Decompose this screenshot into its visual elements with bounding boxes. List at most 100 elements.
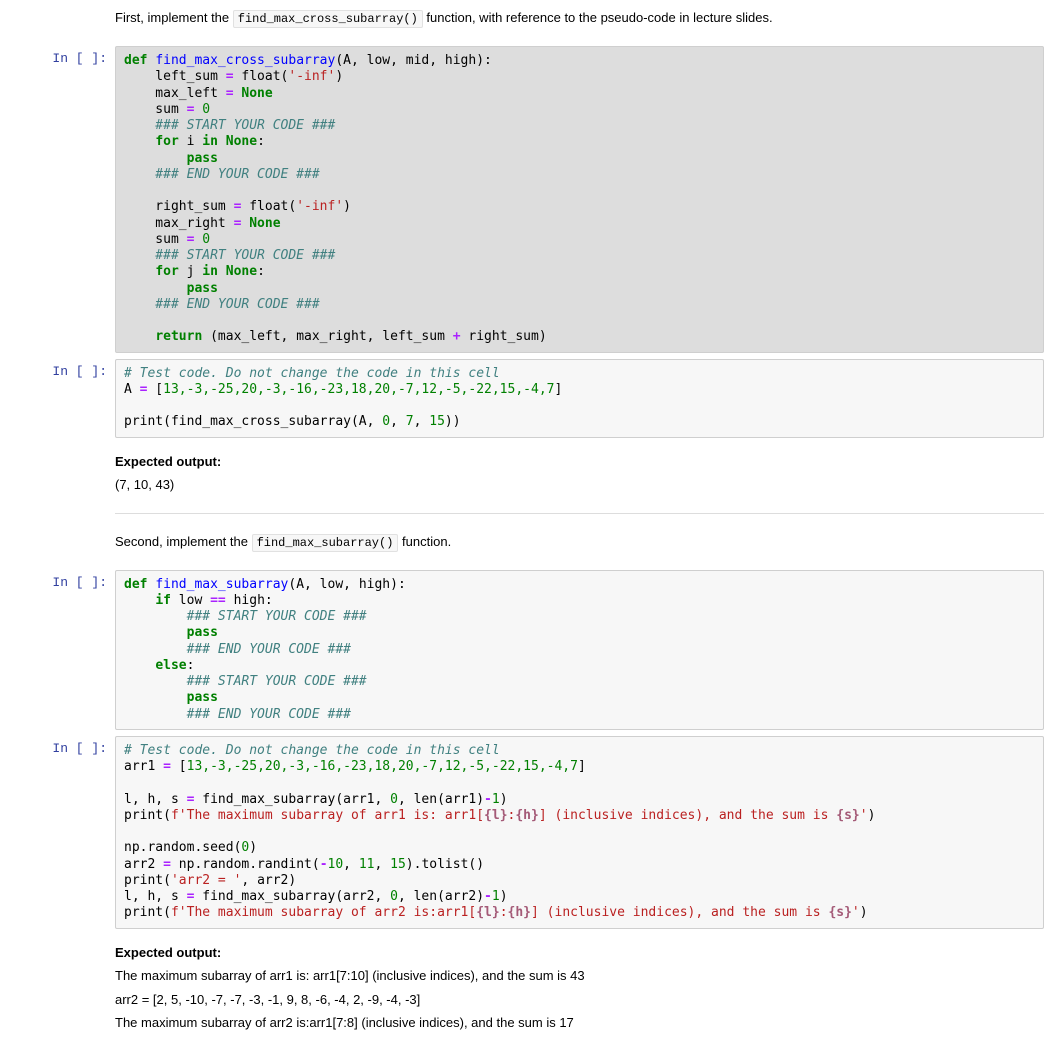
- input-prompt: In [ ]:: [0, 359, 115, 438]
- string-literal: 'arr2 = ': [171, 873, 241, 888]
- code-input-area[interactable]: def find_max_cross_subarray(A, low, mid,…: [115, 46, 1044, 353]
- keyword-in: in: [202, 264, 218, 279]
- markdown-cell: Expected output: (7, 10, 43) Second, imp…: [0, 444, 1044, 564]
- code-text: , len(arr1): [398, 792, 484, 807]
- code-text: :: [257, 134, 265, 149]
- code-text: [124, 134, 155, 149]
- number-list: 13,-3,-25,20,-3,-16,-23,18,20,-7,12,-5,-…: [163, 382, 554, 397]
- code-text: [: [171, 759, 187, 774]
- code-text: [124, 690, 187, 705]
- code-text: arr2: [124, 857, 163, 872]
- comment: ### START YOUR CODE ###: [124, 248, 335, 263]
- code-text: (A, low, high):: [288, 577, 405, 592]
- keyword-none: None: [226, 264, 257, 279]
- fstring: f'The maximum subarray of arr1 is: arr1[: [171, 808, 484, 823]
- code-text: ]: [554, 382, 562, 397]
- comment: ### END YOUR CODE ###: [124, 297, 320, 312]
- fstring: f'The maximum subarray of arr2 is:arr1[: [171, 905, 476, 920]
- code-text: find_max_subarray(arr2,: [194, 889, 390, 904]
- markdown-content: Expected output: (7, 10, 43) Second, imp…: [115, 444, 1044, 564]
- code-text: ,: [374, 857, 390, 872]
- comment: # Test code. Do not change the code in t…: [124, 743, 500, 758]
- expected-output-line: (7, 10, 43): [115, 475, 1044, 495]
- code-text: [124, 593, 155, 608]
- markdown-content: First, implement the find_max_cross_suba…: [115, 0, 1044, 40]
- divider: [115, 513, 1044, 514]
- code-text: right_sum): [461, 329, 547, 344]
- markdown-content: Expected output: The maximum subarray of…: [115, 935, 1044, 1045]
- code-text: sum: [124, 102, 187, 117]
- code-text: A: [124, 382, 140, 397]
- notebook-container: First, implement the find_max_cross_suba…: [0, 0, 1044, 1045]
- code-text: ): [343, 199, 351, 214]
- number-literal: 0: [390, 792, 398, 807]
- keyword-for: for: [155, 264, 178, 279]
- code-input-area[interactable]: # Test code. Do not change the code in t…: [115, 359, 1044, 438]
- code-text: sum: [124, 232, 187, 247]
- input-prompt: In [ ]:: [0, 46, 115, 353]
- code-text: ,: [390, 414, 406, 429]
- code-text: [218, 264, 226, 279]
- code-input-area[interactable]: # Test code. Do not change the code in t…: [115, 736, 1044, 929]
- code-text: print(: [124, 905, 171, 920]
- comment: ### START YOUR CODE ###: [124, 674, 367, 689]
- code-text: ): [335, 69, 343, 84]
- code-text: left_sum: [124, 69, 226, 84]
- number-literal: 0: [202, 102, 210, 117]
- comment: ### END YOUR CODE ###: [124, 167, 320, 182]
- code-text: float(: [234, 69, 289, 84]
- code-text: [124, 625, 187, 640]
- number-literal: 0: [390, 889, 398, 904]
- code-text: [124, 264, 155, 279]
- code-text: np.random.seed(: [124, 840, 241, 855]
- code-text: ): [500, 792, 508, 807]
- number-literal: 11: [359, 857, 375, 872]
- code-cell[interactable]: In [ ]: def find_max_cross_subarray(A, l…: [0, 46, 1044, 353]
- input-prompt: In [ ]:: [0, 570, 115, 730]
- comment: ### END YOUR CODE ###: [124, 707, 351, 722]
- code-text: [124, 151, 187, 166]
- number-literal: 1: [492, 889, 500, 904]
- keyword-for: for: [155, 134, 178, 149]
- keyword-pass: pass: [187, 690, 218, 705]
- fstring: ] (inclusive indices), and the sum is: [531, 905, 828, 920]
- expected-output-heading: Expected output:: [115, 454, 221, 469]
- expected-output-line: arr2 = [2, 5, -10, -7, -7, -3, -1, 9, 8,…: [115, 990, 1044, 1010]
- keyword-else: else: [155, 658, 186, 673]
- keyword-none: None: [241, 86, 272, 101]
- keyword-if: if: [155, 593, 171, 608]
- code-text: np.random.randint(: [171, 857, 320, 872]
- code-text: print(: [124, 808, 171, 823]
- code-text: l, h, s: [124, 792, 187, 807]
- fstring-interp: {s}: [828, 905, 851, 920]
- comment: ### START YOUR CODE ###: [124, 609, 367, 624]
- code-text: [218, 134, 226, 149]
- fstring: ': [860, 808, 868, 823]
- code-input-area[interactable]: def find_max_subarray(A, low, high): if …: [115, 570, 1044, 730]
- code-text: [124, 658, 155, 673]
- code-cell[interactable]: In [ ]: def find_max_subarray(A, low, hi…: [0, 570, 1044, 730]
- code-text: max_right: [124, 216, 234, 231]
- code-cell[interactable]: In [ ]: # Test code. Do not change the c…: [0, 359, 1044, 438]
- code-text: [: [147, 382, 163, 397]
- keyword-pass: pass: [187, 625, 218, 640]
- prompt-empty: [0, 444, 115, 564]
- markdown-cell: First, implement the find_max_cross_suba…: [0, 0, 1044, 40]
- keyword-def: def: [124, 577, 155, 592]
- prompt-empty: [0, 935, 115, 1045]
- code-text: (A, low, mid, high):: [335, 53, 492, 68]
- code-text: ): [249, 840, 257, 855]
- code-text: find_max_subarray(arr1,: [194, 792, 390, 807]
- fstring-interp: {l}: [484, 808, 507, 823]
- code-cell[interactable]: In [ ]: # Test code. Do not change the c…: [0, 736, 1044, 929]
- operator: =: [226, 86, 234, 101]
- operator: ==: [210, 593, 226, 608]
- keyword-pass: pass: [187, 281, 218, 296]
- keyword-none: None: [226, 134, 257, 149]
- string-literal: '-inf': [296, 199, 343, 214]
- fstring-interp: {h}: [508, 905, 531, 920]
- function-name: find_max_subarray: [155, 577, 288, 592]
- number-literal: 0: [202, 232, 210, 247]
- number-literal: 15: [390, 857, 406, 872]
- fstring-interp: {l}: [476, 905, 499, 920]
